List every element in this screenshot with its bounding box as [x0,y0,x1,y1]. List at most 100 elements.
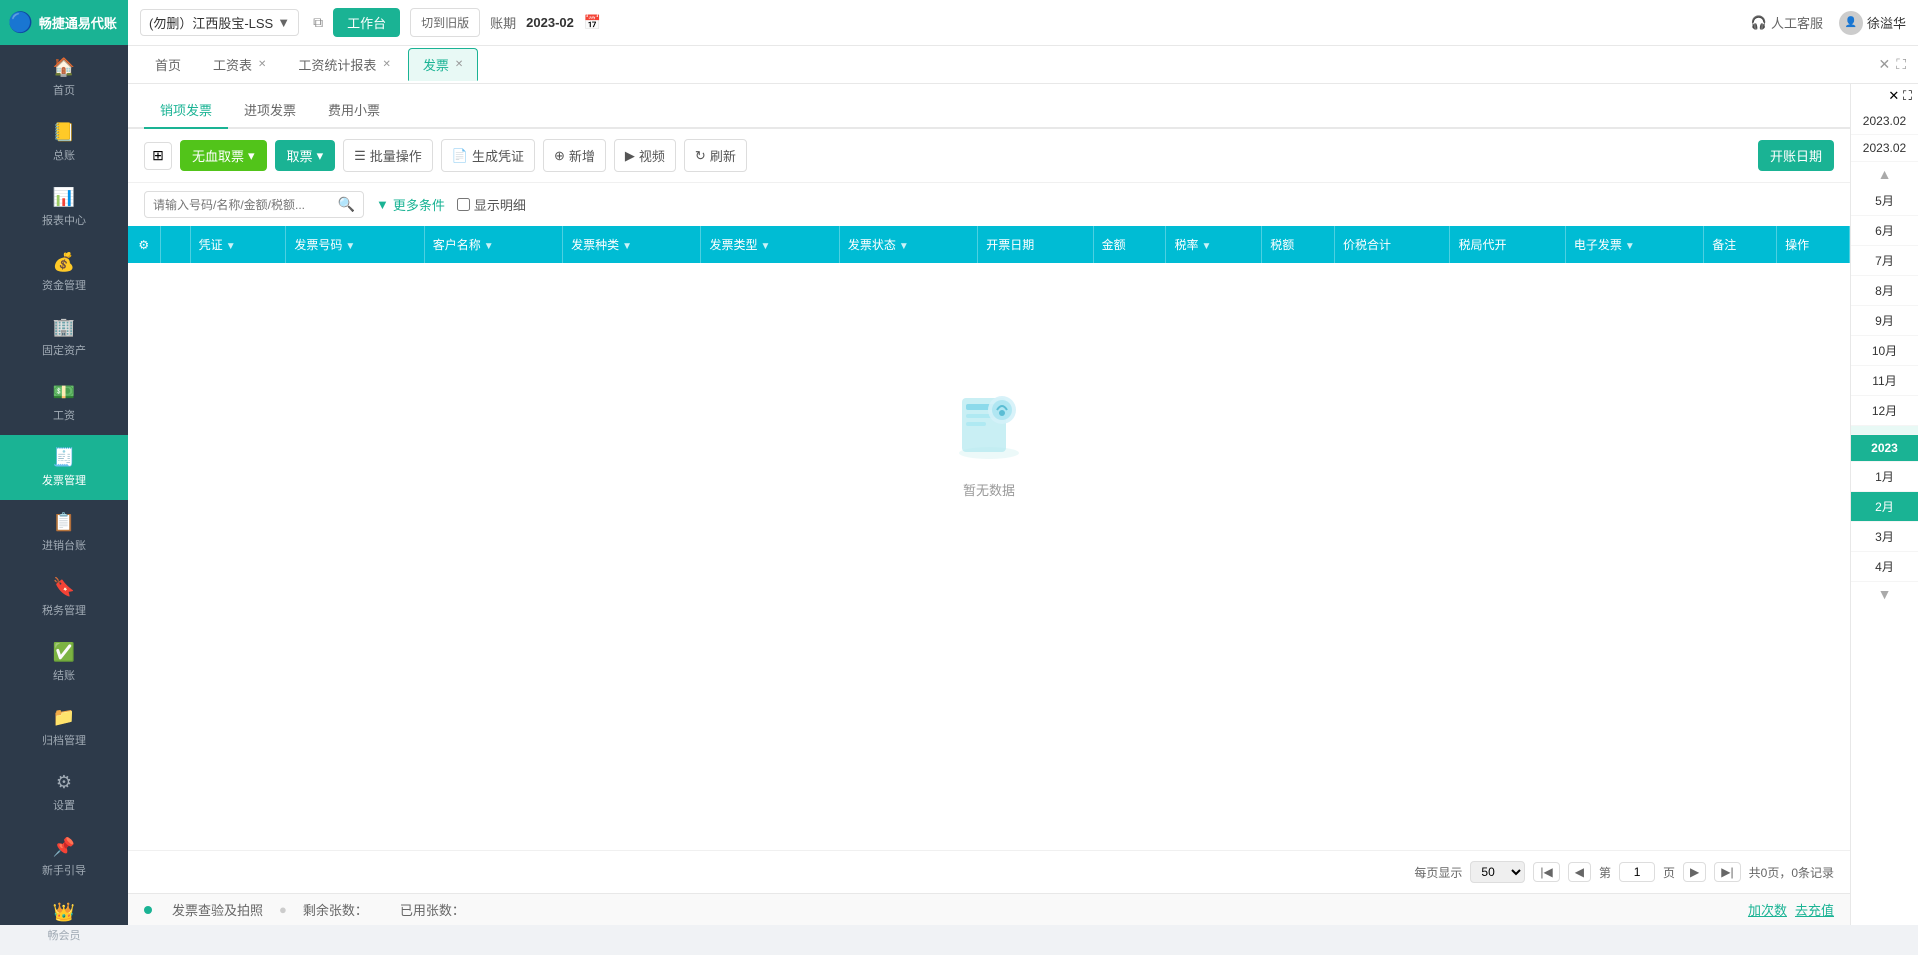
logo-icon: 🔵 [8,10,33,35]
open-period-button[interactable]: 开账日期 [1758,140,1834,171]
date-month-8月[interactable]: 8月 [1851,276,1918,306]
prev-page-button[interactable]: ◀ [1568,862,1591,882]
refresh-button[interactable]: ↻ 刷新 [684,139,747,172]
tab-工资统计报表[interactable]: 工资统计报表✕ [283,48,405,81]
sidebar-item-工资[interactable]: 💵 工资 [0,370,128,435]
tab-首页[interactable]: 首页 [140,48,196,81]
sidebar-item-税务管理[interactable]: 🔖 税务管理 [0,565,128,630]
date-item-header2[interactable]: 2023.02 [1851,135,1918,162]
scroll-down-button[interactable]: ▼ [1851,582,1918,606]
period-icon[interactable]: 📅 [584,14,601,31]
tab-close-2[interactable]: ✕ [382,59,390,70]
sidebar-item-资金管理[interactable]: 💰 资金管理 [0,240,128,305]
date-month-curr-3月[interactable]: 3月 [1851,522,1918,552]
tab-maximize[interactable]: ⛶ [1896,56,1906,73]
sidebar-item-新手引导[interactable]: 📌 新手引导 [0,825,128,890]
date-month-curr-2月[interactable]: 2月 [1851,492,1918,522]
per-page-select[interactable]: 50 100 200 [1470,861,1525,883]
right-date-panel: ✕ ⛶ 2023.02 2023.02 ▲ 5月6月7月8月9月10月11月12… [1850,84,1918,925]
video-button[interactable]: ▶ 视频 [614,139,676,172]
sidebar-item-发票管理[interactable]: 🧾 发票管理 [0,435,128,500]
company-selector[interactable]: (勿删）江西股宝-LSS ▼ [140,9,299,36]
last-page-button[interactable]: ▶| [1714,862,1740,882]
date-item-header1[interactable]: 2023.02 [1851,108,1918,135]
batch-ops-button[interactable]: ☰ 批量操作 [343,139,433,172]
sidebar-item-设置[interactable]: ⚙ 设置 [0,760,128,825]
total-info: 共0页，0条记录 [1749,864,1834,881]
panel-close-button[interactable]: ✕ ⛶ [1851,84,1918,108]
table-wrap: ⚙凭证▼发票号码▼客户名称▼发票种类▼发票类型▼发票状态▼开票日期金额税率▼税额… [128,226,1850,850]
sidebar-label-9: 结账 [53,667,75,683]
date-month-7月[interactable]: 7月 [1851,246,1918,276]
filter-icon-4[interactable]: ▼ [484,241,494,252]
tab-close-1[interactable]: ✕ [258,59,266,70]
new-icon: ⊕ [554,148,565,164]
tab-label-0: 首页 [155,55,181,74]
tab-label-1: 工资表 [213,55,252,74]
user-name: 徐溢华 [1867,13,1906,32]
tab-close-all[interactable]: ✕ [1878,56,1890,73]
filter-icon-7[interactable]: ▼ [899,241,909,252]
search-input[interactable] [153,198,332,212]
subtab-bar: 销项发票进项发票费用小票 [128,84,1850,129]
copy-icon[interactable]: ⧉ [313,14,323,31]
th-4: 客户名称▼ [424,226,562,263]
sidebar-label-3: 资金管理 [42,277,86,293]
new-button[interactable]: ⊕ 新增 [543,139,606,172]
page-input[interactable] [1619,862,1655,882]
sidebar-item-畅会员[interactable]: 👑 畅会员 [0,890,128,955]
date-month-curr-1月[interactable]: 1月 [1851,462,1918,492]
date-month-curr-4月[interactable]: 4月 [1851,552,1918,582]
sidebar-logo: 🔵 畅捷通易代账 [0,0,128,45]
date-month-11月[interactable]: 11月 [1851,366,1918,396]
service-button[interactable]: 🎧 人工客服 [1751,13,1823,32]
invoice-table: ⚙凭证▼发票号码▼客户名称▼发票种类▼发票类型▼发票状态▼开票日期金额税率▼税额… [128,226,1850,263]
sidebar-item-总账[interactable]: 📒 总账 [0,110,128,175]
filter-icon-10[interactable]: ▼ [1201,241,1211,252]
date-month-6月[interactable]: 6月 [1851,216,1918,246]
period-value: 2023-02 [526,15,574,30]
filter-icon-6[interactable]: ▼ [761,241,771,252]
refresh-icon: ↻ [695,148,706,164]
user-menu[interactable]: 👤 徐溢华 [1839,11,1906,35]
switch-button[interactable]: 切到旧版 [410,8,480,37]
filter-icon-14[interactable]: ▼ [1625,241,1635,252]
sidebar-item-首页[interactable]: 🏠 首页 [0,45,128,110]
sidebar-item-进销台账[interactable]: 📋 进销台账 [0,500,128,565]
date-month-9月[interactable]: 9月 [1851,306,1918,336]
sidebar-item-报表中心[interactable]: 📊 报表中心 [0,175,128,240]
tax-button[interactable]: 取票 ▾ [275,140,336,171]
sidebar-icon-0: 🏠 [53,57,75,78]
logo-text: 畅捷通易代账 [39,13,117,32]
no-tax-button[interactable]: 无血取票 ▾ [180,140,267,171]
sidebar-item-结账[interactable]: ✅ 结账 [0,630,128,695]
go-recharge-link[interactable]: 去充值 [1795,900,1834,919]
grid-icon[interactable]: ⊞ [144,142,172,170]
subtab-销项发票[interactable]: 销项发票 [144,92,228,129]
next-page-button[interactable]: ▶ [1683,862,1706,882]
add-times-link[interactable]: 加次数 [1748,900,1787,919]
first-page-button[interactable]: |◀ [1533,862,1559,882]
gen-voucher-button[interactable]: 📄 生成凭证 [441,139,535,172]
sidebar-item-固定资产[interactable]: 🏢 固定资产 [0,305,128,370]
th-1 [160,226,190,263]
sidebar-item-归档管理[interactable]: 📁 归档管理 [0,695,128,760]
filter-icon-3[interactable]: ▼ [345,241,355,252]
subtab-费用小票[interactable]: 费用小票 [312,92,396,129]
date-month-5月[interactable]: 5月 [1851,186,1918,216]
th-7: 发票状态▼ [839,226,977,263]
filter-icon-5[interactable]: ▼ [622,241,632,252]
tab-发票[interactable]: 发票✕ [408,48,478,81]
date-month-12月[interactable]: 12月 [1851,396,1918,426]
show-detail-checkbox[interactable] [457,198,470,211]
filter-icon-2[interactable]: ▼ [226,241,236,252]
show-detail-checkbox-wrap[interactable]: 显示明细 [457,195,526,214]
tab-工资表[interactable]: 工资表 ✕ [198,48,281,81]
subtab-进项发票[interactable]: 进项发票 [228,92,312,129]
tab-close-3[interactable]: ✕ [455,59,463,70]
th-15: 备注 [1704,226,1777,263]
scroll-up-button[interactable]: ▲ [1851,162,1918,186]
more-conditions-button[interactable]: ▼ 更多条件 [376,195,445,214]
workbench-button[interactable]: 工作台 [333,8,400,37]
date-month-10月[interactable]: 10月 [1851,336,1918,366]
